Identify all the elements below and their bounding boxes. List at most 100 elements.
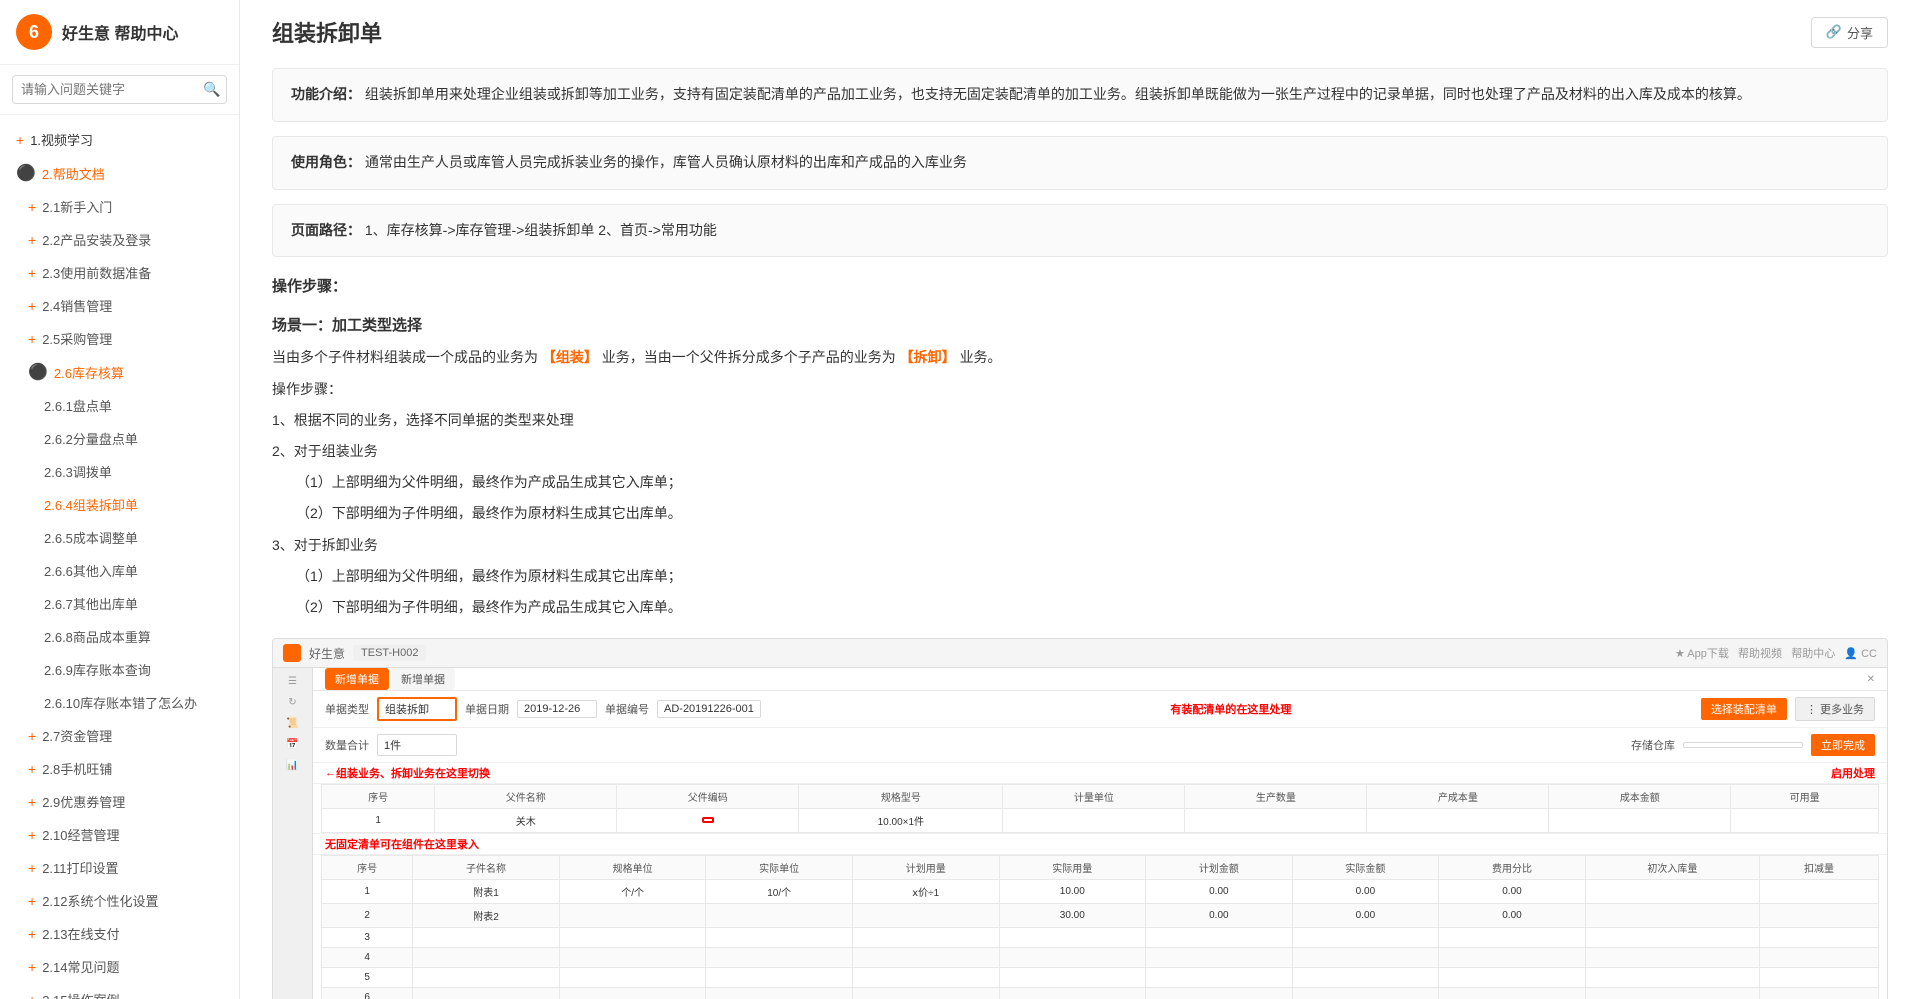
- sidebar-item-label: 2.6.6其他入库单: [44, 561, 138, 580]
- sidebar-item-2-6-2[interactable]: 2.6.2分量盘点单: [0, 422, 239, 455]
- ss-title: 好生意: [309, 645, 345, 662]
- sidebar-item-label: 2.3使用前数据准备: [42, 263, 151, 282]
- path-text: 1、库存核算->库存管理->组装拆卸单 2、首页->常用功能: [365, 222, 717, 238]
- step-intro: 操作步骤：: [272, 377, 1888, 402]
- logo-text: 好生意 帮助中心: [62, 20, 178, 44]
- sidebar-item-label: 1.视频学习: [30, 130, 93, 149]
- sidebar-item-label: 2.7资金管理: [42, 726, 112, 745]
- sidebar-item-2-8[interactable]: + 2.8手机旺铺: [0, 752, 239, 785]
- ss-num-label: 单据编号: [605, 701, 649, 717]
- ss-sub-td-name: 附表1: [413, 880, 560, 904]
- ss-tab-inactive: 新增单据: [391, 668, 455, 690]
- plus-icon: +: [28, 794, 36, 810]
- step3-1: （1）上部明细为父件明细，最终作为原材料生成其它出库单；: [272, 564, 1888, 589]
- role-label: 使用角色：: [291, 154, 361, 170]
- ss-th-unit: 计量单位: [1003, 785, 1185, 809]
- ss-th-seq: 序号: [322, 785, 435, 809]
- sidebar-item-2-6-3[interactable]: 2.6.3调拨单: [0, 455, 239, 488]
- sidebar-item-2-6-10[interactable]: 2.6.10库存账本错了怎么办: [0, 686, 239, 719]
- main-content: 组装拆卸单 🔗 分享 功能介绍： 组装拆卸单用来处理企业组装或拆卸等加工业务，支…: [240, 0, 1920, 999]
- sidebar-item-label: 2.12系统个性化设置: [42, 891, 158, 910]
- ss-sub-td-first: [1585, 880, 1759, 904]
- sidebar-item-2-1[interactable]: + 2.1新手入门: [0, 190, 239, 223]
- role-text: 通常由生产人员或库管人员完成拆装业务的操作，库管人员确认原材料的出库和产成品的入…: [365, 154, 967, 170]
- sidebar-item-label: 2.6.1盘点单: [44, 396, 112, 415]
- sidebar: 6 好生意 帮助中心 🔍 + 1.视频学习 ⚫ 2.帮助文档 + 2.1新手入门…: [0, 0, 240, 999]
- sidebar-item-2-13[interactable]: + 2.13在线支付: [0, 917, 239, 950]
- sidebar-item-label: 2.14常见问题: [42, 957, 119, 976]
- sidebar-item-2-6-4[interactable]: 2.6.4组装拆卸单: [0, 488, 239, 521]
- ss-sub-td-plan: [852, 904, 999, 928]
- sidebar-item-2-6-6[interactable]: 2.6.6其他入库单: [0, 554, 239, 587]
- sidebar-item-2-6-5[interactable]: 2.6.5成本调整单: [0, 521, 239, 554]
- sidebar-item-2-6-7[interactable]: 2.6.7其他出库单: [0, 587, 239, 620]
- sidebar-item-label: 2.6.10库存账本错了怎么办: [44, 693, 197, 712]
- ss-confirm-btn[interactable]: 立即完成: [1811, 734, 1875, 756]
- annotation4-label: 无固定清单可在组件在这里录入: [325, 836, 479, 852]
- ss-num2-label: 数量合计: [325, 737, 369, 753]
- sidebar-item-2-10[interactable]: + 2.10经营管理: [0, 818, 239, 851]
- search-input[interactable]: [21, 82, 197, 97]
- ss-store-input: [1683, 742, 1803, 748]
- sidebar-item-label: 2.13在线支付: [42, 924, 119, 943]
- ss-sub-td-pamount: 0.00: [1146, 880, 1293, 904]
- step3-2: （2）下部明细为子件明细，最终作为产成品生成其它入库单。: [272, 595, 1888, 620]
- ss-date-input: 2019-12-26: [517, 700, 597, 718]
- sidebar-item-2-11[interactable]: + 2.11打印设置: [0, 851, 239, 884]
- plus-icon: +: [28, 860, 36, 876]
- share-button[interactable]: 🔗 分享: [1811, 17, 1888, 48]
- highlight-input: [702, 817, 714, 823]
- sidebar-item-2-6-9[interactable]: 2.6.9库存账本查询: [0, 653, 239, 686]
- sidebar-item-2-2[interactable]: + 2.2产品安装及登录: [0, 223, 239, 256]
- sidebar-item-2-6-8[interactable]: 2.6.8商品成本重算: [0, 620, 239, 653]
- ss-sub-td-unit: 10/个: [706, 880, 853, 904]
- ss-sub-th-fee: 费用分比: [1439, 856, 1586, 880]
- search-box[interactable]: 🔍: [12, 75, 227, 104]
- scene-desc-end: 业务。: [960, 349, 1002, 365]
- ss-sub-th-unit: 实际单位: [706, 856, 853, 880]
- nav-tree: + 1.视频学习 ⚫ 2.帮助文档 + 2.1新手入门 + 2.2产品安装及登录…: [0, 115, 239, 999]
- table-row: 1 附表1 个/个 10/个 ⅹ价÷1 10.00 0.00 0.00 0.00: [322, 880, 1879, 904]
- sidebar-item-2-7[interactable]: + 2.7资金管理: [0, 719, 239, 752]
- ss-body: ☰ ↻ 📜 📅 📊 新增单据 新增单据 ✕: [273, 668, 1887, 999]
- scene-label: 场景一：加工类型选择: [272, 314, 1888, 335]
- ss-sub-td-spec: 个/个: [559, 880, 706, 904]
- ss-sub-td-deduct: [1759, 904, 1878, 928]
- sidebar-item-2-12[interactable]: + 2.12系统个性化设置: [0, 884, 239, 917]
- sidebar-item-label: 2.9优惠券管理: [42, 792, 125, 811]
- sidebar-item-2-4[interactable]: + 2.4销售管理: [0, 289, 239, 322]
- sidebar-item-2[interactable]: ⚫ 2.帮助文档: [0, 156, 239, 190]
- ss-td-fcode: [617, 809, 799, 833]
- minus-icon: ⚫: [16, 163, 36, 183]
- intro-label: 功能介绍：: [291, 86, 361, 102]
- ss-sub-td-actual: 30.00: [999, 904, 1146, 928]
- ss-td-avail: [1731, 809, 1879, 833]
- ss-sub-th-spec: 规格单位: [559, 856, 706, 880]
- ss-date-label: 单据日期: [465, 701, 509, 717]
- ss-sub-td-seq: 2: [322, 904, 413, 928]
- sidebar-item-2-6-1[interactable]: 2.6.1盘点单: [0, 389, 239, 422]
- sidebar-item-2-6[interactable]: ⚫ 2.6库存核算: [0, 355, 239, 389]
- search-icon[interactable]: 🔍: [203, 81, 220, 98]
- sidebar-item-2-3[interactable]: + 2.3使用前数据准备: [0, 256, 239, 289]
- sidebar-item-1[interactable]: + 1.视频学习: [0, 123, 239, 156]
- ss-select-btn[interactable]: 选择装配清单: [1701, 698, 1787, 720]
- ss-annotation-row: ← 组装业务、拆卸业务在这里切换 启用处理: [313, 763, 1887, 784]
- plus-icon: +: [28, 992, 36, 999]
- ss-more-btn[interactable]: ⋮ 更多业务: [1795, 697, 1875, 721]
- ss-sub-td-seq: 1: [322, 880, 413, 904]
- step2: 2、对于组装业务: [272, 439, 1888, 464]
- sidebar-item-2-5[interactable]: + 2.5采购管理: [0, 322, 239, 355]
- ss-annotation-row2: 无固定清单可在组件在这里录入: [313, 833, 1887, 855]
- page-title: 组装拆卸单: [272, 16, 382, 48]
- sidebar-item-label: 2.11打印设置: [42, 858, 118, 877]
- ss-td-spec: 10.00×1件: [799, 809, 1003, 833]
- sidebar-item-2-15[interactable]: + 2.15操作案例: [0, 983, 239, 999]
- sidebar-item-2-14[interactable]: + 2.14常见问题: [0, 950, 239, 983]
- ss-sub-th-seq: 序号: [322, 856, 413, 880]
- sidebar-item-label: 2.6.7其他出库单: [44, 594, 138, 613]
- screenshot-container: 好生意 TEST-H002 ★ App下载 帮助视频 帮助中心 👤 CC ☰ ↻…: [272, 638, 1888, 999]
- ss-num2-val: 1件: [377, 734, 457, 756]
- step2-1: （1）上部明细为父件明细，最终作为产成品生成其它入库单；: [272, 470, 1888, 495]
- sidebar-item-2-9[interactable]: + 2.9优惠券管理: [0, 785, 239, 818]
